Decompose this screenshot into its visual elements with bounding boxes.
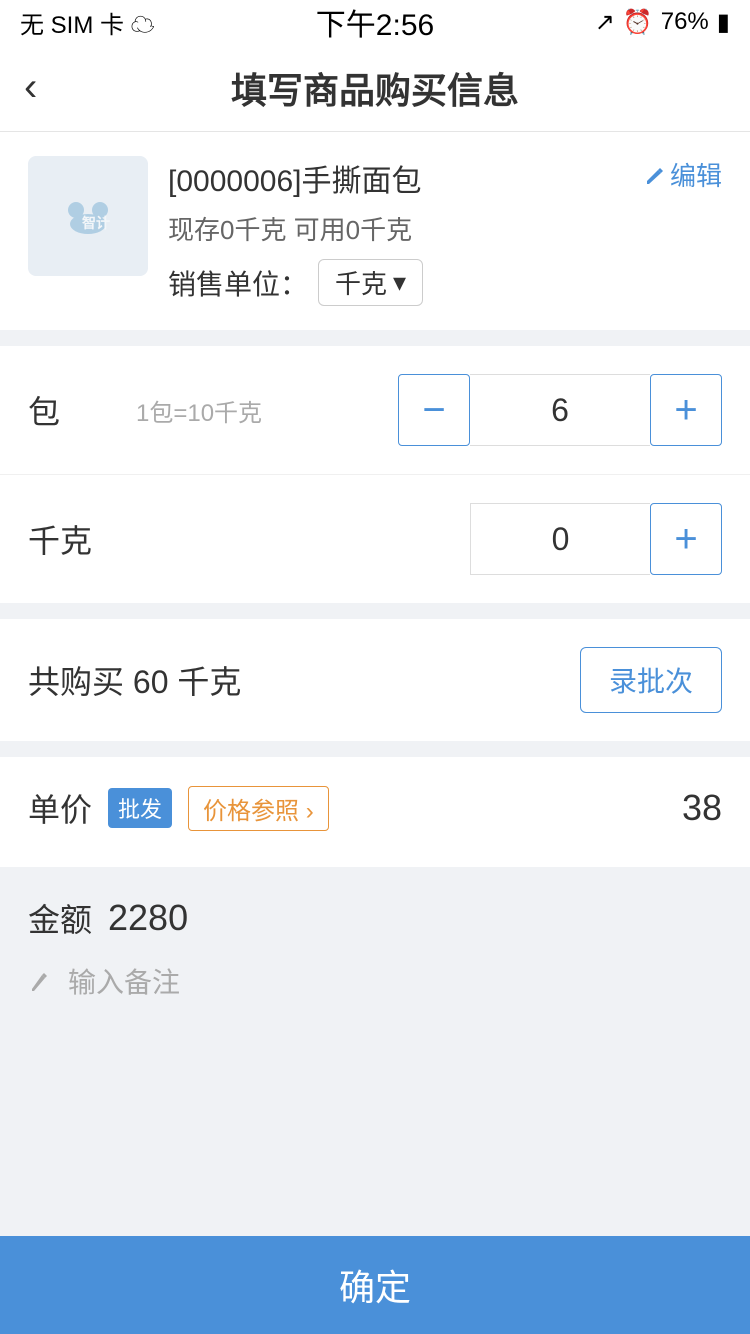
status-bar: 无 SIM 卡 ☁ 下午2:56 ↗ ⏰ 76% ▮: [0, 0, 750, 44]
summary-text: 共购买 60 千克: [28, 657, 241, 703]
bao-qty-control: − +: [398, 374, 722, 446]
status-bar-time: 下午2:56: [316, 0, 434, 44]
amount-row: 金额 2280: [28, 895, 722, 941]
svg-text:智计: 智计: [81, 215, 110, 231]
remark-row[interactable]: 输入备注: [28, 961, 722, 1001]
pencil-icon: [28, 967, 56, 995]
unit-arrow-icon: ▾: [393, 267, 406, 298]
amount-section: 金额 2280 输入备注: [0, 867, 750, 1029]
sim-status: 无 SIM 卡 ☁: [20, 5, 155, 40]
bao-input[interactable]: [470, 374, 650, 446]
product-card: 智计 [0000006]手撕面包 编辑 现存0千克 可用0千克 销售单位： 千克…: [0, 132, 750, 330]
bao-sublabel: 1包=10千克: [136, 393, 398, 428]
kg-input[interactable]: [470, 503, 650, 575]
kg-plus-button[interactable]: +: [650, 503, 722, 575]
remark-label: 输入备注: [68, 961, 180, 1001]
edit-icon: [644, 164, 666, 186]
battery-level: 76%: [661, 8, 709, 36]
edit-label: 编辑: [670, 156, 722, 193]
bao-row: 包 1包=10千克 − +: [0, 346, 750, 475]
kg-row: 千克 +: [0, 475, 750, 603]
price-label: 单价: [28, 785, 92, 831]
unit-value: 千克: [335, 264, 387, 301]
product-logo-icon: 智计: [56, 184, 120, 248]
batch-tag: 批发: [108, 788, 172, 828]
nav-bar: ‹ 填写商品购买信息: [0, 44, 750, 132]
unit-label: 销售单位：: [168, 263, 308, 303]
amount-label: 金额: [28, 895, 92, 941]
battery-icon: ▮: [717, 8, 730, 37]
status-bar-left: 无 SIM 卡 ☁: [20, 5, 155, 40]
price-value: 38: [682, 787, 722, 829]
alarm-icon: ⏰: [623, 8, 653, 37]
bao-label: 包: [28, 387, 128, 433]
product-image: 智计: [28, 156, 148, 276]
confirm-button[interactable]: 确定: [0, 1236, 750, 1334]
summary-row: 共购买 60 千克 录批次: [0, 619, 750, 741]
page-title: 填写商品购买信息: [231, 62, 519, 114]
gray-fill-area: [0, 1029, 750, 1229]
product-name-row: [0000006]手撕面包 编辑: [168, 156, 722, 200]
price-ref-button[interactable]: 价格参照 ›: [188, 786, 329, 831]
edit-button[interactable]: 编辑: [644, 156, 722, 193]
price-section: 单价 批发 价格参照 › 38: [0, 757, 750, 867]
kg-qty-control: +: [470, 503, 722, 575]
record-batch-button[interactable]: 录批次: [580, 647, 722, 713]
product-name: [0000006]手撕面包: [168, 156, 421, 200]
quantity-section: 包 1包=10千克 − + 千克 +: [0, 346, 750, 603]
confirm-label: 确定: [339, 1259, 411, 1311]
kg-label: 千克: [28, 516, 128, 562]
product-unit-row: 销售单位： 千克 ▾: [168, 259, 722, 306]
location-icon: ↗: [595, 8, 615, 37]
amount-value: 2280: [108, 897, 188, 939]
product-stock: 现存0千克 可用0千克: [168, 210, 722, 247]
price-row: 单价 批发 价格参照 › 38: [28, 785, 722, 831]
bao-plus-button[interactable]: +: [650, 374, 722, 446]
status-bar-right: ↗ ⏰ 76% ▮: [595, 8, 730, 37]
back-button[interactable]: ‹: [24, 65, 37, 110]
unit-select[interactable]: 千克 ▾: [318, 259, 423, 306]
product-info: [0000006]手撕面包 编辑 现存0千克 可用0千克 销售单位： 千克 ▾: [168, 156, 722, 306]
bao-minus-button[interactable]: −: [398, 374, 470, 446]
